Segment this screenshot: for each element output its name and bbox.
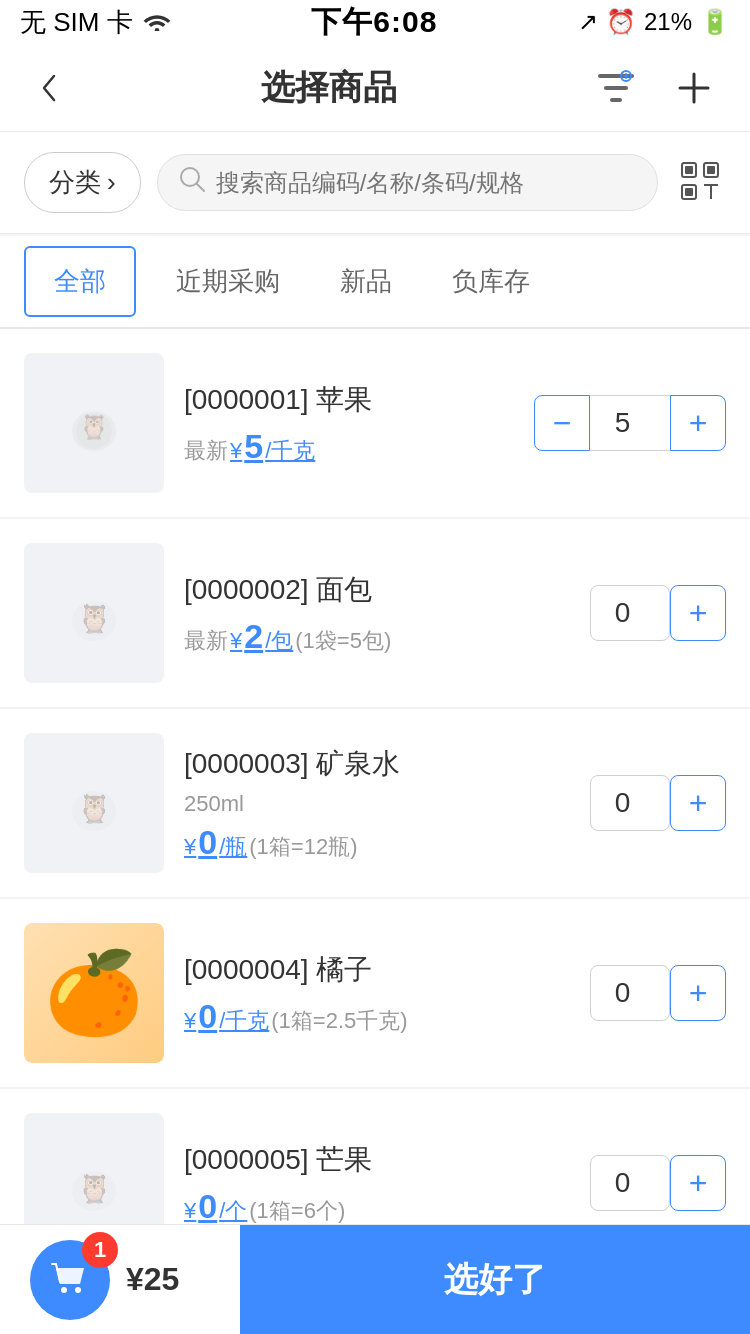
product-price-0000001: 最新 ¥ 5 /千克 — [184, 427, 514, 466]
product-info-0000004: [0000004] 橘子 ¥ 0 /千克 (1箱=2.5千克) — [184, 951, 570, 1036]
confirm-button[interactable]: 选好了 — [240, 1225, 750, 1335]
bottom-bar: 1 ¥25 选好了 — [0, 1224, 750, 1334]
status-bar: 无 SIM 卡 下午6:08 ↗ ⏰ 21% 🔋 — [0, 0, 750, 44]
product-name-0000004: [0000004] 橘子 — [184, 951, 570, 989]
svg-rect-15 — [707, 166, 715, 174]
alarm-icon: ⏰ — [606, 8, 636, 36]
qty-minus-0000001[interactable]: − — [534, 395, 590, 451]
scan-button[interactable] — [674, 155, 726, 210]
product-image-0000003: 🦉 — [24, 733, 164, 873]
product-price-0000002: 最新 ¥ 2 /包 (1袋=5包) — [184, 617, 570, 656]
product-list: 🦉 [0000001] 苹果 最新 ¥ 5 /千克 − + 🦉 — [0, 329, 750, 1334]
svg-point-32 — [75, 1287, 81, 1293]
product-image-0000002: 🦉 — [24, 543, 164, 683]
list-item: 🍊 [0000004] 橘子 ¥ 0 /千克 (1箱=2.5千克) + — [0, 899, 750, 1087]
battery-text: 21% — [644, 8, 692, 36]
qty-input-0000001[interactable] — [590, 395, 670, 451]
product-price-0000005: ¥ 0 /个 (1箱=6个) — [184, 1187, 570, 1226]
product-name-0000001: [0000001] 苹果 — [184, 381, 514, 419]
product-info-0000005: [0000005] 芒果 ¥ 0 /个 (1箱=6个) — [184, 1141, 570, 1226]
search-input[interactable] — [216, 169, 637, 197]
svg-rect-14 — [685, 166, 693, 174]
product-spec-0000003: 250ml — [184, 791, 570, 817]
product-name-0000003: [0000003] 矿泉水 — [184, 745, 570, 783]
nav-right — [588, 62, 720, 114]
qty-input-0000005[interactable] — [590, 1155, 670, 1211]
product-price-0000004: ¥ 0 /千克 (1箱=2.5千克) — [184, 997, 570, 1036]
svg-text:🦉: 🦉 — [79, 412, 109, 441]
add-button[interactable] — [668, 62, 720, 114]
svg-text:🦉: 🦉 — [77, 1172, 112, 1205]
cart-area: 1 ¥25 — [0, 1240, 240, 1320]
tab-all[interactable]: 全部 — [24, 246, 136, 317]
svg-text:🦉: 🦉 — [77, 602, 112, 635]
tab-new[interactable]: 新品 — [310, 236, 422, 327]
svg-rect-3 — [610, 98, 622, 102]
product-info-0000003: [0000003] 矿泉水 250ml ¥ 0 /瓶 (1箱=12瓶) — [184, 745, 570, 862]
tab-negative-stock[interactable]: 负库存 — [422, 236, 560, 327]
product-info-0000001: [0000001] 苹果 最新 ¥ 5 /千克 — [184, 381, 514, 466]
qty-input-0000002[interactable] — [590, 585, 670, 641]
product-info-0000002: [0000002] 面包 最新 ¥ 2 /包 (1袋=5包) — [184, 571, 570, 656]
search-box — [157, 154, 658, 211]
qty-control-0000005: + — [590, 1155, 726, 1211]
filter-bar: 分类 › — [0, 132, 750, 234]
back-button[interactable] — [30, 60, 70, 116]
carrier-text: 无 SIM 卡 — [20, 5, 133, 40]
wifi-icon — [143, 7, 171, 38]
product-price-0000003: ¥ 0 /瓶 (1箱=12瓶) — [184, 823, 570, 862]
product-image-0000001: 🦉 — [24, 353, 164, 493]
category-button[interactable]: 分类 › — [24, 152, 141, 213]
filter-button[interactable] — [588, 62, 644, 114]
product-name-0000002: [0000002] 面包 — [184, 571, 570, 609]
list-item: 🦉 [0000002] 面包 最新 ¥ 2 /包 (1袋=5包) + — [0, 519, 750, 707]
status-time: 下午6:08 — [311, 2, 437, 43]
svg-text:🦉: 🦉 — [77, 792, 112, 825]
qty-input-0000004[interactable] — [590, 965, 670, 1021]
search-icon — [178, 165, 206, 200]
battery-icon: 🔋 — [700, 8, 730, 36]
list-item: 🦉 [0000003] 矿泉水 250ml ¥ 0 /瓶 (1箱=12瓶) + — [0, 709, 750, 897]
cart-total: ¥25 — [126, 1261, 179, 1298]
svg-point-0 — [154, 28, 159, 31]
svg-rect-16 — [685, 188, 693, 196]
qty-control-0000001: − + — [534, 395, 726, 451]
qty-plus-0000005[interactable]: + — [670, 1155, 726, 1211]
category-label: 分类 — [49, 165, 101, 200]
location-icon: ↗ — [578, 8, 598, 36]
nav-bar: 选择商品 — [0, 44, 750, 132]
tab-bar: 全部 近期采购 新品 负库存 — [0, 236, 750, 329]
svg-point-31 — [61, 1287, 67, 1293]
qty-control-0000002: + — [590, 585, 726, 641]
status-left: 无 SIM 卡 — [20, 5, 171, 40]
page-title: 选择商品 — [261, 65, 397, 111]
cart-badge: 1 — [82, 1232, 118, 1268]
qty-plus-0000003[interactable]: + — [670, 775, 726, 831]
cart-icon-wrap[interactable]: 1 — [30, 1240, 110, 1320]
tab-recent[interactable]: 近期采购 — [146, 236, 310, 327]
qty-plus-0000002[interactable]: + — [670, 585, 726, 641]
category-arrow-icon: › — [107, 167, 116, 198]
qty-control-0000003: + — [590, 775, 726, 831]
qty-control-0000004: + — [590, 965, 726, 1021]
svg-rect-2 — [604, 86, 628, 90]
svg-line-10 — [197, 184, 204, 191]
list-item: 🦉 [0000001] 苹果 最新 ¥ 5 /千克 − + — [0, 329, 750, 517]
status-right: ↗ ⏰ 21% 🔋 — [578, 8, 730, 36]
qty-plus-0000001[interactable]: + — [670, 395, 726, 451]
product-name-0000005: [0000005] 芒果 — [184, 1141, 570, 1179]
product-image-0000004: 🍊 — [24, 923, 164, 1063]
qty-input-0000003[interactable] — [590, 775, 670, 831]
cart-icon — [48, 1258, 92, 1302]
qty-plus-0000004[interactable]: + — [670, 965, 726, 1021]
nav-left — [30, 60, 70, 116]
